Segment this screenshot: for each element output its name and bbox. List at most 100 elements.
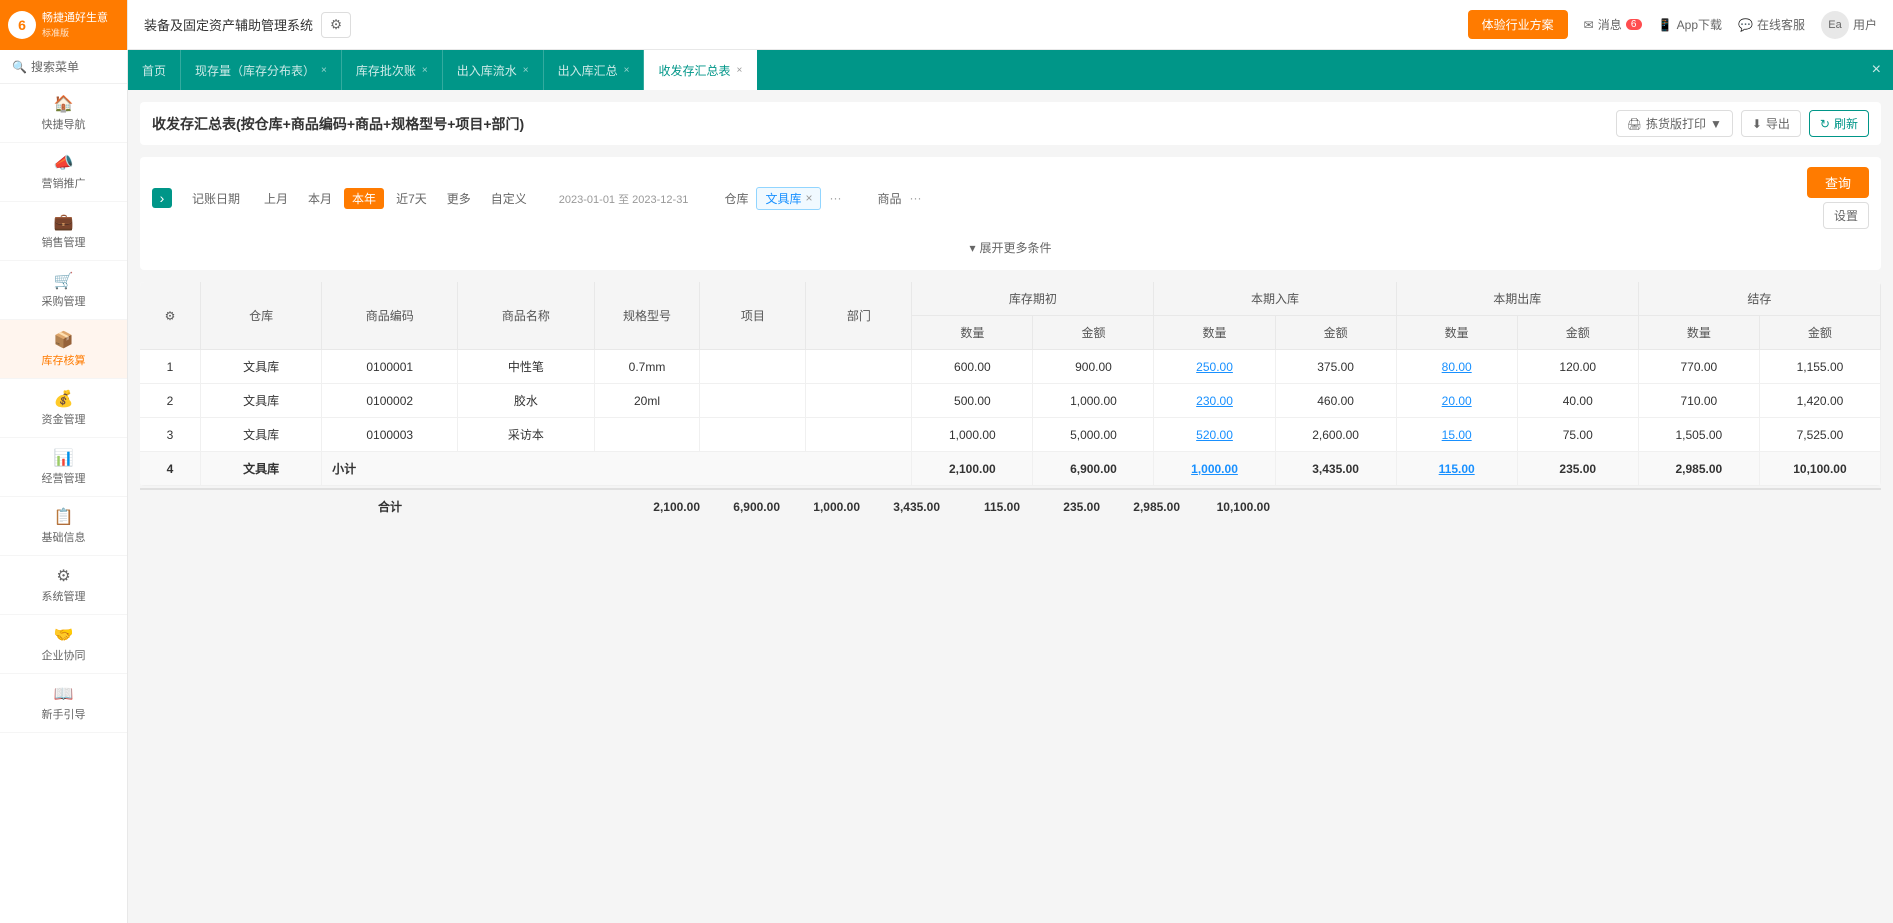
warehouse-ellipsis[interactable]: ··· — [829, 191, 841, 205]
row-warehouse: 文具库 — [201, 384, 322, 418]
date-btn-more[interactable]: 更多 — [439, 188, 479, 209]
page-area: 收发存汇总表(按仓库+商品编码+商品+规格型号+项目+部门) 🖨 拣货版打印 ▼… — [128, 90, 1893, 923]
sidebar-item-guide[interactable]: 📖 新手引导 — [0, 674, 127, 733]
date-options: 上月 本月 本年 近7天 更多 自定义 — [256, 188, 535, 209]
tab-close-icon[interactable]: × — [523, 65, 529, 76]
row-spec: 20ml — [594, 384, 700, 418]
sidebar-item-operation[interactable]: 📊 经营管理 — [0, 438, 127, 497]
warehouse-tag-text: 文具库 — [765, 190, 801, 207]
sidebar-item-system[interactable]: ⚙ 系统管理 — [0, 556, 127, 615]
row-out-qty[interactable]: 15.00 — [1396, 418, 1517, 452]
row-out-amt: 120.00 — [1517, 350, 1638, 384]
goods-filter: 商品 ··· — [877, 190, 921, 207]
set-button[interactable]: 设置 — [1823, 202, 1869, 229]
date-label: 记账日期 — [192, 190, 240, 207]
marketing-icon: 📣 — [54, 153, 74, 173]
tab-inout-flow[interactable]: 出入库流水 × — [443, 50, 544, 90]
try-industry-button[interactable]: 体验行业方案 — [1468, 10, 1568, 39]
sidebar-item-quick-nav[interactable]: 🏠 快捷导航 — [0, 84, 127, 143]
tab-close-icon[interactable]: × — [624, 65, 630, 76]
row-name: 采访本 — [458, 418, 594, 452]
page-actions: 🖨 拣货版打印 ▼ ⬇ 导出 ↻ 刷新 — [1616, 110, 1869, 137]
row-project — [700, 384, 806, 418]
tab-close-icon[interactable]: × — [736, 65, 742, 76]
sidebar-item-basic-info[interactable]: 📋 基础信息 — [0, 497, 127, 556]
date-btn-this-year[interactable]: 本年 — [344, 188, 384, 209]
row-warehouse: 文具库 — [201, 418, 322, 452]
row-open-qty: 500.00 — [912, 384, 1033, 418]
row-out-qty[interactable]: 20.00 — [1396, 384, 1517, 418]
tab-home[interactable]: 首页 — [128, 50, 181, 90]
try-btn-wrap[interactable]: 体验行业方案 — [1468, 10, 1568, 39]
tab-receipt-summary[interactable]: 收发存汇总表 × — [644, 50, 757, 90]
message-icon: ✉ — [1584, 18, 1594, 32]
query-button[interactable]: 查询 — [1807, 167, 1869, 198]
row-dept — [806, 418, 912, 452]
sidebar-item-label: 新手引导 — [42, 706, 86, 722]
message-badge: 6 — [1626, 19, 1642, 30]
message-button[interactable]: ✉ 消息 6 — [1584, 16, 1642, 33]
filter-collapse-button[interactable]: › — [152, 188, 172, 208]
settings-button[interactable]: ⚙ — [321, 12, 351, 38]
row-in-qty[interactable]: 230.00 — [1154, 384, 1275, 418]
warehouse-tag-close[interactable]: × — [805, 191, 812, 205]
date-btn-last7[interactable]: 近7天 — [388, 188, 435, 209]
sidebar-item-sales[interactable]: 💼 销售管理 — [0, 202, 127, 261]
expand-more-button[interactable]: ▾ 展开更多条件 — [969, 239, 1051, 256]
sidebar-item-marketing[interactable]: 📣 营销推广 — [0, 143, 127, 202]
tab-inout-summary[interactable]: 出入库汇总 × — [544, 50, 645, 90]
date-btn-custom[interactable]: 自定义 — [483, 188, 535, 209]
tab-batch-ledger[interactable]: 库存批次账 × — [342, 50, 443, 90]
export-button[interactable]: ⬇ 导出 — [1741, 110, 1801, 137]
subtotal-label: 小计 — [322, 452, 912, 486]
sidebar-item-label: 营销推广 — [42, 175, 86, 191]
th-group-in: 本期入库 — [1154, 282, 1396, 316]
row-open-amt: 900.00 — [1033, 350, 1154, 384]
sidebar-item-finance[interactable]: 💰 资金管理 — [0, 379, 127, 438]
row-bal-amt: 1,420.00 — [1759, 384, 1880, 418]
sidebar-logo: 6 畅捷通好生意 标准版 — [0, 0, 127, 50]
goods-ellipsis[interactable]: ··· — [910, 191, 922, 205]
row-project — [700, 418, 806, 452]
app-download-icon: 📱 — [1658, 18, 1673, 32]
date-btn-prev-month[interactable]: 上月 — [256, 188, 296, 209]
user-label: 用户 — [1853, 16, 1877, 33]
row-in-qty[interactable]: 520.00 — [1154, 418, 1275, 452]
row-warehouse: 文具库 — [201, 350, 322, 384]
sidebar-item-label: 经营管理 — [42, 470, 86, 486]
date-btn-this-month[interactable]: 本月 — [300, 188, 340, 209]
print-button[interactable]: 🖨 拣货版打印 ▼ — [1616, 110, 1733, 137]
user-area[interactable]: Ea 用户 — [1821, 11, 1877, 39]
sidebar: 6 畅捷通好生意 标准版 🔍 搜索菜单 🏠 快捷导航 📣 营销推广 💼 销售管理 — [0, 0, 128, 923]
tab-label: 出入库汇总 — [558, 62, 618, 79]
logo-badge: 标准版 — [42, 26, 108, 39]
th-in-qty: 数量 — [1154, 316, 1275, 350]
tab-close-icon[interactable]: × — [321, 65, 327, 76]
row-in-qty[interactable]: 250.00 — [1154, 350, 1275, 384]
subtotal-out-qty[interactable]: 115.00 — [1396, 452, 1517, 486]
sidebar-search[interactable]: 🔍 搜索菜单 — [0, 50, 127, 84]
refresh-button[interactable]: ↻ 刷新 — [1809, 110, 1869, 137]
th-code: 商品编码 — [322, 282, 458, 350]
row-out-qty[interactable]: 80.00 — [1396, 350, 1517, 384]
th-bal-amt: 金额 — [1759, 316, 1880, 350]
row-bal-qty: 710.00 — [1638, 384, 1759, 418]
row-spec: 0.7mm — [594, 350, 700, 384]
tab-close-icon[interactable]: × — [422, 65, 428, 76]
subtotal-in-qty[interactable]: 1,000.00 — [1154, 452, 1275, 486]
subtotal-warehouse: 文具库 — [201, 452, 322, 486]
app-download-button[interactable]: 📱 App下载 — [1658, 16, 1722, 33]
total-in-amt: 3,435.00 — [870, 500, 950, 514]
th-settings[interactable]: ⚙ — [140, 282, 201, 350]
sidebar-item-cooperation[interactable]: 🤝 企业协同 — [0, 615, 127, 674]
subtotal-row: 4 文具库 小计 2,100.00 6,900.00 1,000.00 3,43… — [140, 452, 1881, 486]
sidebar-item-inventory[interactable]: 📦 库存核算 — [0, 320, 127, 379]
tabs-close-all-button[interactable]: × — [1860, 61, 1893, 79]
th-name: 商品名称 — [458, 282, 594, 350]
tab-inventory-dist[interactable]: 现存量（库存分布表） × — [181, 50, 342, 90]
cooperation-icon: 🤝 — [54, 625, 74, 645]
online-service-button[interactable]: 💬 在线客服 — [1738, 16, 1805, 33]
tab-label: 库存批次账 — [356, 62, 416, 79]
sidebar-item-purchase[interactable]: 🛒 采购管理 — [0, 261, 127, 320]
page-title-bar: 收发存汇总表(按仓库+商品编码+商品+规格型号+项目+部门) 🖨 拣货版打印 ▼… — [140, 102, 1881, 145]
